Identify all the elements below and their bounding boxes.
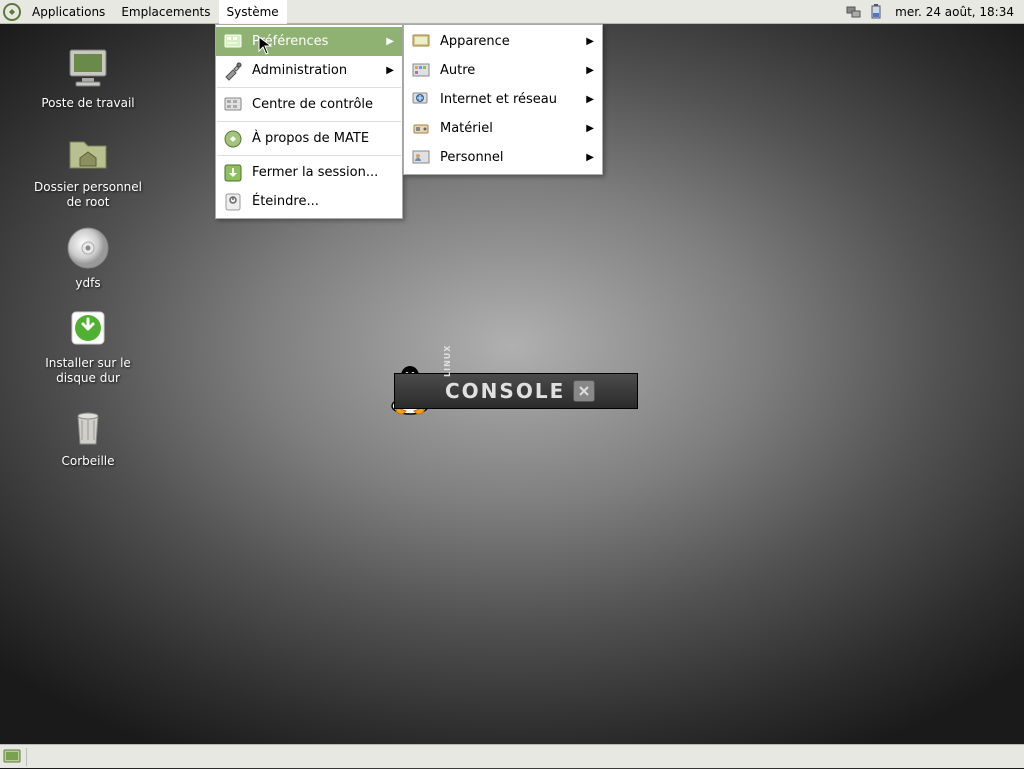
system-menu: Préférences ▶ Administration ▶ Centre de…: [215, 24, 403, 219]
preferences-icon: [222, 31, 244, 53]
clock-text: mer. 24 août, 18:34: [895, 5, 1014, 19]
personal-icon: [410, 147, 432, 169]
menu-system[interactable]: Système: [219, 0, 287, 24]
prefs-hardware[interactable]: Matériel ▶: [404, 114, 602, 143]
prefs-personal[interactable]: Personnel ▶: [404, 143, 602, 172]
panel-clock[interactable]: mer. 24 août, 18:34: [889, 5, 1020, 19]
logout-label: Fermer la session...: [252, 165, 394, 180]
submenu-arrow-icon: ▶: [586, 65, 594, 76]
desktop-icon-ydfs[interactable]: ydfs: [28, 224, 148, 291]
wallpaper-big-text: CONSOLE: [445, 379, 565, 403]
submenu-arrow-icon: ▶: [586, 152, 594, 163]
system-menu-shutdown[interactable]: Éteindre...: [216, 187, 402, 216]
appearance-icon: [410, 31, 432, 53]
submenu-arrow-icon: ▶: [586, 36, 594, 47]
top-panel: Applications Emplacements Système mer. 2…: [0, 0, 1024, 24]
administration-icon: [222, 60, 244, 82]
disc-icon: [64, 224, 112, 272]
system-tray: mer. 24 août, 18:34: [845, 3, 1024, 21]
preferences-submenu: Apparence ▶ Autre ▶ Internet et réseau ▶…: [403, 24, 603, 175]
shutdown-label: Éteindre...: [252, 194, 394, 209]
submenu-arrow-icon: ▶: [586, 123, 594, 134]
wallpaper-strip: LINUX CONSOLE: [394, 373, 638, 409]
prefs-internet[interactable]: Internet et réseau ▶: [404, 85, 602, 114]
prefs-other[interactable]: Autre ▶: [404, 56, 602, 85]
control-center-icon: [222, 94, 244, 116]
distro-logo-icon[interactable]: [0, 0, 24, 24]
bottom-panel: [0, 744, 1024, 768]
wallpaper-small-text: LINUX: [443, 345, 452, 377]
menu-places[interactable]: Emplacements: [113, 0, 218, 24]
battery-icon[interactable]: [867, 3, 885, 21]
submenu-arrow-icon: ▶: [386, 65, 394, 76]
install-label: Installer sur le disque dur: [28, 356, 148, 386]
other-label: Autre: [440, 63, 570, 78]
prefs-appearance[interactable]: Apparence ▶: [404, 27, 602, 56]
preferences-label: Préférences: [252, 34, 370, 49]
about-mate-icon: [222, 128, 244, 150]
wallpaper-badge-icon: [573, 380, 595, 402]
network-icon[interactable]: [845, 3, 863, 21]
appearance-label: Apparence: [440, 34, 570, 49]
internet-label: Internet et réseau: [440, 92, 570, 107]
show-desktop-button[interactable]: [0, 745, 24, 769]
install-icon: [64, 304, 112, 352]
menu-separator: [217, 155, 401, 156]
trash-label: Corbeille: [28, 454, 148, 469]
menu-places-label: Emplacements: [121, 5, 210, 19]
trash-icon: [64, 402, 112, 450]
administration-label: Administration: [252, 63, 370, 78]
system-menu-about-mate[interactable]: À propos de MATE: [216, 124, 402, 153]
shutdown-icon: [222, 191, 244, 213]
wallpaper-logo: LINUX CONSOLE: [394, 368, 638, 414]
menu-applications-label: Applications: [32, 5, 105, 19]
system-menu-logout[interactable]: Fermer la session...: [216, 158, 402, 187]
submenu-arrow-icon: ▶: [586, 94, 594, 105]
desktop-icon-computer[interactable]: Poste de travail: [28, 44, 148, 111]
desktop-icon-trash[interactable]: Corbeille: [28, 402, 148, 469]
submenu-arrow-icon: ▶: [386, 36, 394, 47]
desktop-icon-home[interactable]: Dossier personnel de root: [28, 128, 148, 210]
other-icon: [410, 60, 432, 82]
menu-separator: [217, 121, 401, 122]
control-center-label: Centre de contrôle: [252, 97, 394, 112]
home-folder-icon: [64, 128, 112, 176]
home-label: Dossier personnel de root: [28, 180, 148, 210]
desktop-icon-install[interactable]: Installer sur le disque dur: [28, 304, 148, 386]
computer-label: Poste de travail: [28, 96, 148, 111]
system-menu-preferences[interactable]: Préférences ▶: [216, 27, 402, 56]
menu-system-label: Système: [227, 5, 279, 19]
personal-label: Personnel: [440, 150, 570, 165]
system-menu-administration[interactable]: Administration ▶: [216, 56, 402, 85]
computer-icon: [64, 44, 112, 92]
about-mate-label: À propos de MATE: [252, 131, 394, 146]
ydfs-label: ydfs: [28, 276, 148, 291]
menu-separator: [217, 87, 401, 88]
internet-icon: [410, 89, 432, 111]
hardware-label: Matériel: [440, 121, 570, 136]
system-menu-control-center[interactable]: Centre de contrôle: [216, 90, 402, 119]
logout-icon: [222, 162, 244, 184]
panel-separator: [26, 748, 27, 766]
menu-applications[interactable]: Applications: [24, 0, 113, 24]
hardware-icon: [410, 118, 432, 140]
